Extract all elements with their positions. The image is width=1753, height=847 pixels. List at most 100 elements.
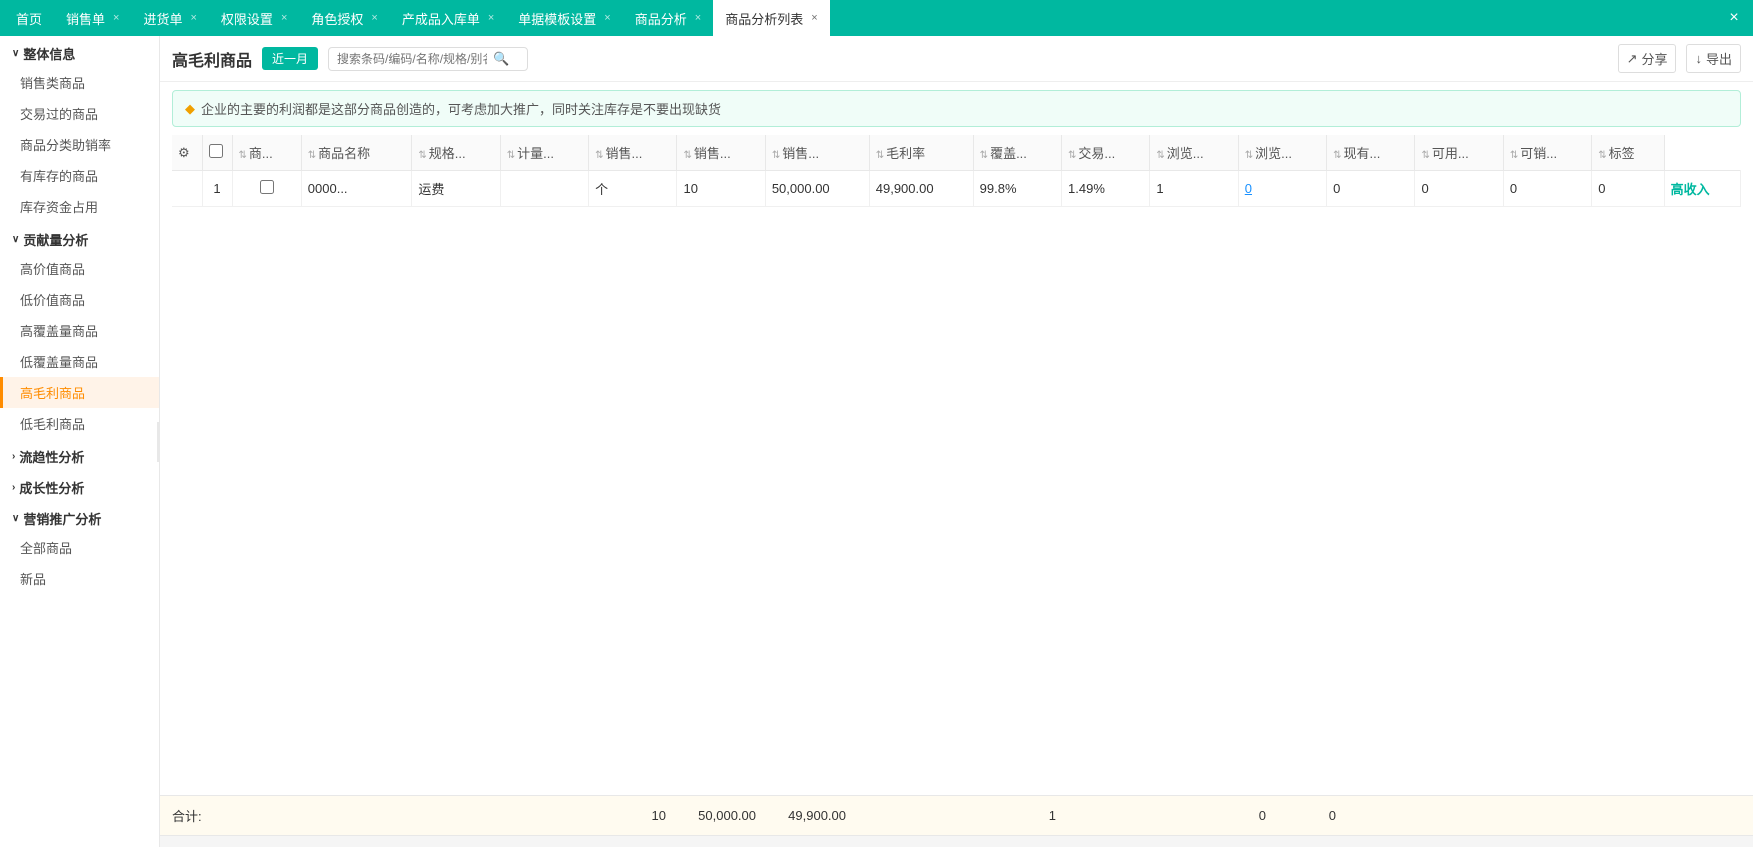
col-header-name[interactable]: ⇅商品名称 — [301, 135, 412, 171]
nav-tab-产成品入库单[interactable]: 产成品入库单× — [390, 0, 506, 36]
cell-spec — [500, 171, 588, 207]
share-button[interactable]: ↗ 分享 — [1618, 44, 1677, 73]
bottom-scrollbar[interactable] — [160, 835, 1753, 847]
sidebar-item-1-2[interactable]: 高覆盖量商品 — [0, 315, 159, 346]
sidebar-item-4-0[interactable]: 全部商品 — [0, 532, 159, 563]
group-label: 流趋性分析 — [19, 447, 84, 466]
sidebar-group-4[interactable]: ∨ 营销推广分析 — [0, 501, 159, 532]
sidebar-group-3[interactable]: ›成长性分析 — [0, 470, 159, 501]
col-header-usable_stock[interactable]: ⇅可用... — [1415, 135, 1503, 171]
col-header-tag[interactable]: ⇅标签 — [1592, 135, 1664, 171]
close-all-button[interactable]: × — [1719, 3, 1749, 33]
col-header-coverage[interactable]: ⇅覆盖... — [973, 135, 1061, 171]
sidebar-toggle[interactable]: « — [157, 422, 160, 462]
sidebar-item-0-1[interactable]: 交易过的商品 — [0, 98, 159, 129]
group-arrow-icon: ∨ — [12, 234, 19, 245]
search-icon[interactable]: 🔍 — [493, 51, 509, 67]
footer-trade: 1 — [992, 808, 1062, 823]
group-arrow-icon: ∨ — [12, 48, 19, 59]
info-text: 企业的主要的利润都是这部分商品创造的，可考虑加大推广，同时关注库存是不要出现缺货 — [201, 99, 721, 118]
col-header-code[interactable]: ⇅商... — [232, 135, 301, 171]
content-area: 高毛利商品 近一月 🔍 ↗ 分享 ↓ 导出 ◆ 企业的主要的利润都是这部分商品创… — [160, 36, 1753, 847]
tab-close-icon[interactable]: × — [190, 12, 196, 24]
row-checkbox[interactable] — [260, 180, 274, 194]
sidebar-item-1-4[interactable]: 高毛利商品 — [0, 377, 159, 408]
browse-link[interactable]: 0 — [1245, 181, 1252, 196]
col-header-current_stock[interactable]: ⇅现有... — [1327, 135, 1415, 171]
cell-saleable: 0 — [1592, 171, 1664, 207]
sidebar-item-1-1[interactable]: 低价值商品 — [0, 284, 159, 315]
col-header-saleable[interactable]: ⇅可销... — [1503, 135, 1591, 171]
nav-tab-商品分析列表[interactable]: 商品分析列表× — [713, 0, 829, 36]
sidebar: « ∨ 整体信息销售类商品交易过的商品商品分类助销率有库存的商品库存资金占用∨贡献… — [0, 36, 160, 847]
footer-total: 合计: 10 50,000.00 49,900.00 1 0 0 — [160, 795, 1753, 835]
sidebar-group-1[interactable]: ∨贡献量分析 — [0, 222, 159, 253]
nav-tab-商品分析[interactable]: 商品分析× — [623, 0, 713, 36]
footer-sale-qty: 10 — [602, 808, 672, 823]
row-checkbox-cell — [232, 171, 301, 207]
sidebar-item-1-3[interactable]: 低覆盖量商品 — [0, 346, 159, 377]
sort-icon: ⇅ — [980, 150, 988, 161]
cell-browse1: 0 — [1238, 171, 1326, 207]
export-button[interactable]: ↓ 导出 — [1686, 44, 1741, 73]
nav-tab-销售单[interactable]: 销售单× — [54, 0, 131, 36]
col-header-sale_amount[interactable]: ⇅销售... — [677, 135, 765, 171]
select-all-checkbox[interactable] — [209, 144, 223, 158]
col-header-browse2[interactable]: ⇅浏览... — [1238, 135, 1326, 171]
tab-close-icon[interactable]: × — [371, 12, 377, 24]
tab-close-icon[interactable]: × — [488, 12, 494, 24]
col-header-unit[interactable]: ⇅计量... — [500, 135, 588, 171]
nav-tab-进货单[interactable]: 进货单× — [131, 0, 208, 36]
sidebar-item-0-2[interactable]: 商品分类助销率 — [0, 129, 159, 160]
share-label: 分享 — [1641, 49, 1667, 68]
search-input[interactable] — [337, 52, 487, 66]
tab-close-icon[interactable]: × — [604, 12, 610, 24]
footer-unit — [542, 808, 602, 823]
sidebar-item-4-1[interactable]: 新品 — [0, 563, 159, 594]
col-header-gross_margin[interactable]: ⇅毛利率 — [869, 135, 973, 171]
col-header-spec[interactable]: ⇅规格... — [412, 135, 500, 171]
nav-tab-首页[interactable]: 首页 — [4, 0, 54, 36]
cell-sale_amount: 50,000.00 — [765, 171, 869, 207]
sort-icon: ⇅ — [1598, 150, 1606, 161]
footer-sale-amount: 50,000.00 — [672, 808, 762, 823]
settings-column-header[interactable]: ⚙ — [172, 135, 202, 171]
sidebar-group-2[interactable]: ›流趋性分析 — [0, 439, 159, 470]
table-container: ⚙⇅商...⇅商品名称⇅规格...⇅计量...⇅销售...⇅销售...⇅销售..… — [160, 135, 1753, 795]
cell-current_stock: 0 — [1415, 171, 1503, 207]
export-icon: ↓ — [1695, 51, 1702, 66]
cell-sale_qty: 10 — [677, 171, 765, 207]
tab-close-icon[interactable]: × — [695, 12, 701, 24]
sort-icon: ⇅ — [507, 150, 515, 161]
group-label: 营销推广分析 — [23, 509, 101, 528]
sidebar-item-0-3[interactable]: 有库存的商品 — [0, 160, 159, 191]
sidebar-item-1-5[interactable]: 低毛利商品 — [0, 408, 159, 439]
search-box: 🔍 — [328, 47, 528, 71]
tab-close-icon[interactable]: × — [113, 12, 119, 24]
sidebar-item-0-4[interactable]: 库存资金占用 — [0, 191, 159, 222]
nav-tab-角色授权[interactable]: 角色授权× — [299, 0, 389, 36]
col-header-sale_profit[interactable]: ⇅销售... — [765, 135, 869, 171]
nav-tab-权限设置[interactable]: 权限设置× — [209, 0, 299, 36]
info-banner: ◆ 企业的主要的利润都是这部分商品创造的，可考虑加大推广，同时关注库存是不要出现… — [172, 90, 1741, 127]
tab-close-icon[interactable]: × — [811, 12, 817, 24]
nav-tab-单据模板设置[interactable]: 单据模板设置× — [506, 0, 622, 36]
sidebar-group-0[interactable]: ∨ 整体信息 — [0, 36, 159, 67]
col-header-trade[interactable]: ⇅交易... — [1062, 135, 1150, 171]
row-settings — [172, 171, 202, 207]
sort-icon: ⇅ — [683, 150, 691, 161]
col-header-sale_qty[interactable]: ⇅销售... — [589, 135, 677, 171]
group-arrow-icon: › — [12, 482, 15, 493]
sidebar-item-0-0[interactable]: 销售类商品 — [0, 67, 159, 98]
footer-current-stock: 0 — [1202, 808, 1272, 823]
export-label: 导出 — [1706, 49, 1732, 68]
col-header-browse1[interactable]: ⇅浏览... — [1150, 135, 1238, 171]
tab-close-icon[interactable]: × — [281, 12, 287, 24]
sort-icon: ⇅ — [1333, 150, 1341, 161]
group-label: 整体信息 — [23, 44, 75, 63]
footer-cells: 10 50,000.00 49,900.00 1 0 0 — [232, 808, 1741, 823]
sidebar-item-1-0[interactable]: 高价值商品 — [0, 253, 159, 284]
sort-icon: ⇅ — [418, 150, 426, 161]
time-filter-button[interactable]: 近一月 — [262, 47, 318, 70]
group-arrow-icon: ∨ — [12, 513, 19, 524]
